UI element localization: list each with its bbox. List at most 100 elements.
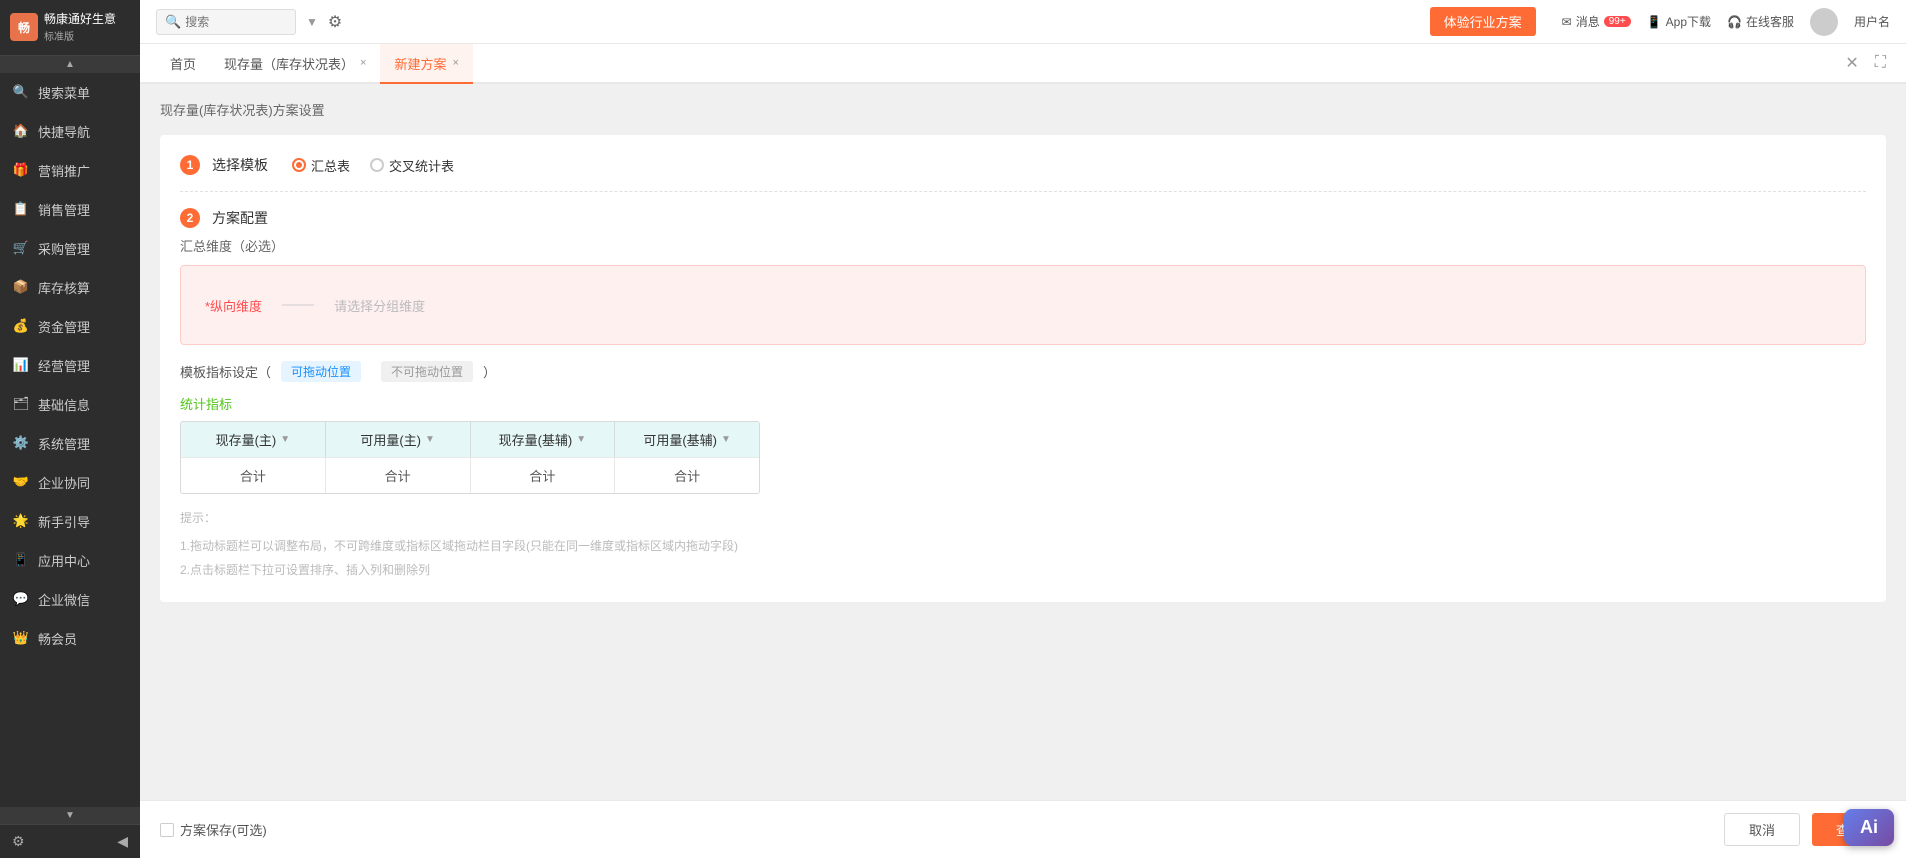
audio-icon[interactable]: ◀ xyxy=(117,833,128,850)
tab-inventory-status[interactable]: 现存量（库存状况表） × xyxy=(210,44,380,84)
divider-1 xyxy=(180,191,1866,192)
indicator-label-text: 模板指标设定（ xyxy=(180,362,271,381)
sidebar-scroll-down[interactable]: ▼ xyxy=(0,807,140,824)
stats-col-0-label: 现存量(主) xyxy=(216,430,277,449)
radio-summary-label: 汇总表 xyxy=(311,156,350,175)
save-check-label[interactable]: 方案保存(可选) xyxy=(160,820,267,839)
dropdown-icon[interactable]: ▼ xyxy=(306,15,318,29)
customer-service-btn[interactable]: 🎧 在线客服 xyxy=(1727,13,1794,30)
template-radio-group: 汇总表 交叉统计表 xyxy=(292,156,454,175)
tab-new-plan[interactable]: 新建方案 × xyxy=(380,44,472,84)
logo-text: 畅康通好生意 标准版 xyxy=(44,12,116,43)
wechat-icon: 💬 xyxy=(12,590,30,608)
stats-col-2[interactable]: 现存量(基辅) ▼ xyxy=(471,422,616,457)
new-guide-icon: 🌟 xyxy=(12,512,30,530)
tips-section: 提示： 1.拖动标题栏可以调整布局，不可跨维度或指标区域拖动栏目字段(只能在同一… xyxy=(180,506,1866,582)
ai-badge[interactable]: Ai xyxy=(1844,809,1894,846)
sidebar-item-label: 营销推广 xyxy=(38,161,90,180)
tab-inventory-status-close[interactable]: × xyxy=(360,57,366,69)
tab-bar: 首页 现存量（库存状况表） × 新建方案 × ✕ ⛶ xyxy=(140,44,1906,84)
app-download-icon: 📱 xyxy=(1647,15,1662,29)
message-btn[interactable]: ✉ 消息 99+ xyxy=(1562,13,1631,30)
stats-col-3[interactable]: 可用量(基辅) ▼ xyxy=(615,422,759,457)
message-label: 消息 xyxy=(1576,13,1600,30)
save-checkbox[interactable] xyxy=(160,823,174,837)
quick-nav-icon: 🏠 xyxy=(12,122,30,140)
sidebar-item-new-guide[interactable]: 🌟 新手引导 xyxy=(0,502,140,541)
sidebar-item-search-menu[interactable]: 🔍 搜索菜单 xyxy=(0,73,140,112)
sidebar-item-label: 库存核算 xyxy=(38,278,90,297)
sidebar-item-label: 经营管理 xyxy=(38,356,90,375)
radio-crosstab[interactable]: 交叉统计表 xyxy=(370,156,454,175)
search-menu-icon: 🔍 xyxy=(12,83,30,101)
sidebar-item-label: 系统管理 xyxy=(38,434,90,453)
topbar-settings-icon[interactable]: ⚙ xyxy=(328,12,342,32)
sidebar-item-label: 基础信息 xyxy=(38,395,90,414)
message-badge: 99+ xyxy=(1604,16,1631,27)
sidebar-item-operations[interactable]: 📊 经营管理 xyxy=(0,346,140,385)
step1-title: 选择模板 xyxy=(212,155,268,175)
stats-col-0[interactable]: 现存量(主) ▼ xyxy=(181,422,326,457)
search-box[interactable]: 🔍 xyxy=(156,9,296,35)
tab-home[interactable]: 首页 xyxy=(156,44,210,84)
sidebar-item-cooperation[interactable]: 🤝 企业协同 xyxy=(0,463,140,502)
sidebar-item-inventory[interactable]: 📦 库存核算 xyxy=(0,268,140,307)
chevron-down-icon-2: ▼ xyxy=(576,434,586,445)
avatar[interactable] xyxy=(1810,8,1838,36)
radio-summary[interactable]: 汇总表 xyxy=(292,156,350,175)
content-area: 现存量(库存状况表)方案设置 1 选择模板 汇总表 交叉统计表 xyxy=(140,84,1906,800)
customer-service-label: 在线客服 xyxy=(1746,13,1794,30)
settings-card: 1 选择模板 汇总表 交叉统计表 2 方案配置 xyxy=(160,135,1886,602)
page-title: 现存量(库存状况表)方案设置 xyxy=(160,100,1886,119)
tab-inventory-status-label: 现存量（库存状况表） xyxy=(224,54,354,73)
sidebar-item-quick-nav[interactable]: 🏠 快捷导航 xyxy=(0,112,140,151)
dim-placeholder[interactable]: 请选择分组维度 xyxy=(334,296,425,315)
sidebar-nav: 🔍 搜索菜单 🏠 快捷导航 🎁 营销推广 📋 销售管理 🛒 采购管理 📦 库存核… xyxy=(0,73,140,807)
sidebar-item-label: 搜索菜单 xyxy=(38,83,90,102)
sidebar-item-member[interactable]: 👑 畅会员 xyxy=(0,619,140,658)
inventory-icon: 📦 xyxy=(12,278,30,296)
sidebar-item-wechat[interactable]: 💬 企业微信 xyxy=(0,580,140,619)
sidebar-item-label: 采购管理 xyxy=(38,239,90,258)
tab-home-label: 首页 xyxy=(170,54,196,73)
app-download-btn[interactable]: 📱 App下载 xyxy=(1647,13,1711,30)
sidebar-scroll-up[interactable]: ▲ xyxy=(0,56,140,73)
system-icon: ⚙️ xyxy=(12,434,30,452)
sidebar-item-basic-info[interactable]: 🗂 基础信息 xyxy=(0,385,140,424)
non-draggable-tag: 不可拖动位置 xyxy=(381,361,473,382)
sidebar-item-label: 畅会员 xyxy=(38,629,77,648)
tab-close-btn[interactable]: ✕ xyxy=(1841,53,1862,73)
sidebar-item-finance[interactable]: 💰 资金管理 xyxy=(0,307,140,346)
settings-icon[interactable]: ⚙ xyxy=(12,833,25,850)
sidebar-item-marketing[interactable]: 🎁 营销推广 xyxy=(0,151,140,190)
logo-icon: 畅 xyxy=(10,13,38,41)
tab-fullscreen-btn[interactable]: ⛶ xyxy=(1871,54,1890,72)
stats-table-row-0: 合计 合计 合计 合计 xyxy=(181,457,759,493)
step1-row: 1 选择模板 汇总表 交叉统计表 xyxy=(180,155,1866,175)
sidebar-item-app-center[interactable]: 📱 应用中心 xyxy=(0,541,140,580)
tip-item-1: 2.点击标题栏下拉可设置排序、插入列和删除列 xyxy=(180,558,1866,582)
sidebar-item-sales[interactable]: 📋 销售管理 xyxy=(0,190,140,229)
trial-btn[interactable]: 体验行业方案 xyxy=(1430,7,1536,36)
message-icon: ✉ xyxy=(1562,15,1572,29)
sidebar-item-purchase[interactable]: 🛒 采购管理 xyxy=(0,229,140,268)
stats-col-3-label: 可用量(基辅) xyxy=(643,430,717,449)
chevron-down-icon-1: ▼ xyxy=(425,434,435,445)
sidebar-item-label: 应用中心 xyxy=(38,551,90,570)
tab-new-plan-close[interactable]: × xyxy=(452,57,458,69)
main-area: 🔍 ▼ ⚙ 体验行业方案 ✉ 消息 99+ 📱 App下载 🎧 在线客服 用户名 xyxy=(140,0,1906,858)
save-check-text: 方案保存(可选) xyxy=(180,820,267,839)
search-icon: 🔍 xyxy=(165,14,181,30)
chevron-down-icon-0: ▼ xyxy=(280,434,290,445)
stats-col-1[interactable]: 可用量(主) ▼ xyxy=(326,422,471,457)
app-center-icon: 📱 xyxy=(12,551,30,569)
dim-line: —— xyxy=(282,296,314,314)
sidebar-item-label: 企业微信 xyxy=(38,590,90,609)
username-label: 用户名 xyxy=(1854,13,1890,30)
sidebar-item-system[interactable]: ⚙️ 系统管理 xyxy=(0,424,140,463)
tip-item-0: 1.拖动标题栏可以调整布局，不可跨维度或指标区域拖动栏目字段(只能在同一维度或指… xyxy=(180,534,1866,558)
stats-col-2-label: 现存量(基辅) xyxy=(499,430,573,449)
cancel-button[interactable]: 取消 xyxy=(1724,813,1800,846)
sidebar-bottom: ⚙ ◀ xyxy=(0,824,140,858)
search-input[interactable] xyxy=(185,15,285,29)
